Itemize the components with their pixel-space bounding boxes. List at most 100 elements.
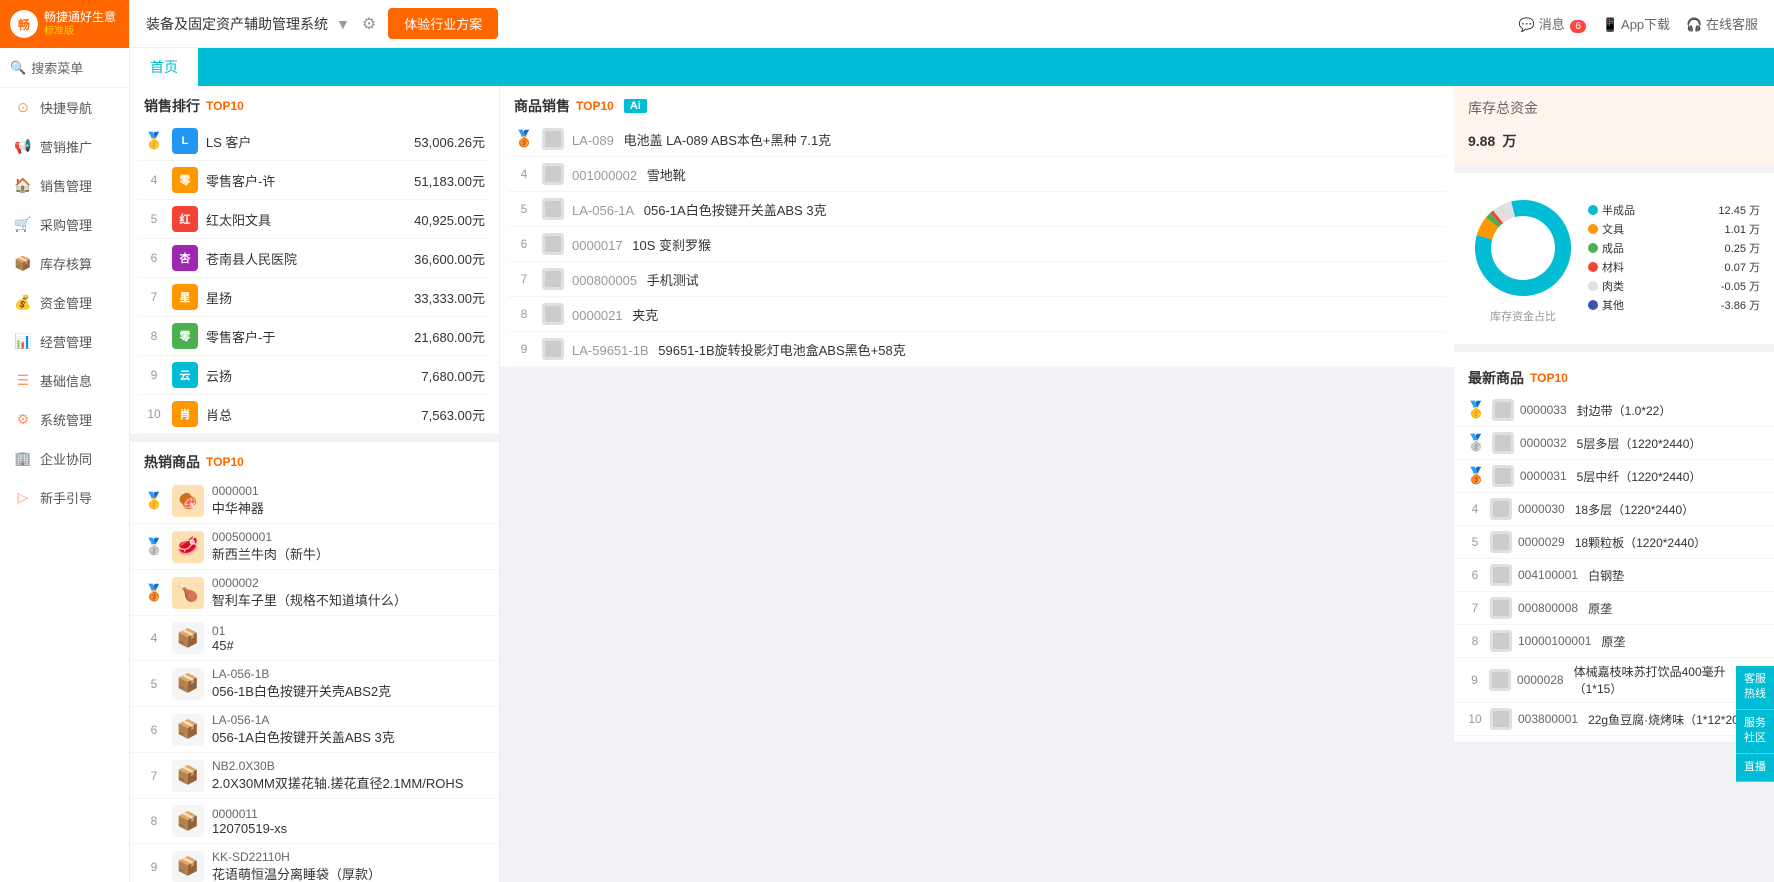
product-item: 9 📦 KK-SD22110H 花语萌恒温分离睡袋（厚款） [130, 844, 499, 882]
new-products-section: 最新商品 TOP10 🥇 0000033 封边带（1.0*22） 🥈 [1454, 352, 1774, 742]
product-avatar [1490, 564, 1512, 586]
sales-icon: 🏠 [14, 177, 32, 195]
medal-gold-icon: 🥇 [144, 131, 164, 151]
rank-item: 10 肖 肖总 7,563.00元 [138, 395, 491, 434]
trial-button[interactable]: 体验行业方案 [388, 8, 498, 39]
quick-nav-icon: ⊙ [14, 99, 32, 117]
product-avatar [1492, 465, 1514, 487]
sidebar-item-inventory[interactable]: 📦 库存核算 [0, 244, 129, 283]
middle-panel: 商品销售 TOP10 Ai 🥉 LA-089 电池盖 LA-089 ABS本色+… [500, 86, 1454, 882]
medal-silver-icon: 🥈 [1466, 433, 1486, 453]
sidebar-item-enterprise[interactable]: 🏢 企业协同 [0, 439, 129, 478]
sidebar-item-basic-info[interactable]: ☰ 基础信息 [0, 361, 129, 400]
product-avatar [1492, 399, 1514, 421]
sidebar-item-operations[interactable]: 📊 经营管理 [0, 322, 129, 361]
product-thumbnail: 📦 [172, 714, 204, 746]
legend-item: 半成品 12.45 万 [1588, 202, 1760, 218]
content-area: 销售排行 TOP10 🥇 L LS 客户 53,006.26元 4 零 [130, 86, 1774, 882]
legend-item: 肉类 -0.05 万 [1588, 278, 1760, 294]
new-product-item: 7 000800008 原垄 [1454, 592, 1774, 625]
customer-avatar: 红 [172, 206, 198, 232]
operations-icon: 📊 [14, 333, 32, 351]
search-menu-button[interactable]: 🔍 搜索菜单 [10, 56, 119, 79]
product-thumbnail: 📦 [172, 851, 204, 882]
product-avatar [542, 198, 564, 220]
app-download-area[interactable]: 📱 App下载 [1602, 14, 1670, 33]
product-avatar [542, 303, 564, 325]
hot-products-section: 热销商品 TOP10 🥇 🍖 0000001 中华神器 🥈 🥩 [130, 442, 499, 882]
rank-item: 6 0000017 10S 变刹罗猴 [508, 227, 1446, 262]
system-icon: ⚙ [14, 411, 32, 429]
tab-home[interactable]: 首页 [130, 48, 198, 86]
system-name: 装备及固定资产辅助管理系统 [146, 14, 328, 34]
main-area: 装备及固定资产辅助管理系统 ▼ ⚙ 体验行业方案 💬 消息 6 📱 App下载 … [130, 0, 1774, 882]
customer-service-button[interactable]: 客服热线 [1736, 666, 1774, 710]
message-area[interactable]: 💬 消息 6 [1519, 14, 1586, 33]
service-community-button[interactable]: 服务社区 [1736, 710, 1774, 754]
legend-item: 材料 0.07 万 [1588, 259, 1760, 275]
rank-item: 8 零 零售客户-于 21,680.00元 [138, 317, 491, 356]
sidebar-item-guide[interactable]: ▷ 新手引导 [0, 478, 129, 517]
new-product-item: 4 0000030 18多层（1220*2440） [1454, 493, 1774, 526]
nav-tabs: 首页 [130, 48, 1774, 86]
product-item: 6 📦 LA-056-1A 056-1A白色按键开关盖ABS 3克 [130, 707, 499, 753]
product-thumbnail: 🥩 [172, 531, 204, 563]
product-item: 8 📦 0000011 12070519-xs [130, 799, 499, 844]
customer-avatar: 云 [172, 362, 198, 388]
sales-ranking-title: 销售排行 TOP10 [130, 86, 499, 122]
legend-dot-1 [1588, 205, 1598, 215]
sidebar: 畅 畅捷通好生意 标准版 🔍 搜索菜单 ⊙ 快捷导航 📢 营销推广 🏠 销售管理… [0, 0, 130, 882]
product-thumbnail: 🍗 [172, 577, 204, 609]
message-badge: 6 [1570, 20, 1586, 33]
medal-bronze-icon: 🥉 [1466, 466, 1486, 486]
product-avatar [542, 128, 564, 150]
dropdown-icon[interactable]: ▼ [336, 16, 350, 32]
marketing-icon: 📢 [14, 138, 32, 156]
left-panel: 销售排行 TOP10 🥇 L LS 客户 53,006.26元 4 零 [130, 86, 500, 882]
guide-icon: ▷ [14, 489, 32, 507]
sidebar-item-sales[interactable]: 🏠 销售管理 [0, 166, 129, 205]
rank-item: 🥉 LA-089 电池盖 LA-089 ABS本色+黑种 7.1克 [508, 122, 1446, 157]
product-item: 5 📦 LA-056-1B 056-1B白色按键开关壳ABS2克 [130, 661, 499, 707]
rank-item: 🥇 L LS 客户 53,006.26元 [138, 122, 491, 161]
medal-bronze-icon: 🥉 [514, 129, 534, 149]
header-title: 装备及固定资产辅助管理系统 ▼ [146, 14, 350, 34]
search-icon: 🔍 [10, 60, 26, 76]
sidebar-logo: 畅 畅捷通好生意 标准版 [0, 0, 129, 48]
product-avatar [542, 233, 564, 255]
headset-icon: 🎧 [1686, 17, 1702, 32]
message-icon: 💬 [1519, 17, 1535, 32]
customer-avatar: 零 [172, 167, 198, 193]
chart-legend: 半成品 12.45 万 文具 1.01 万 成品 0.25 万 [1588, 202, 1760, 316]
customer-avatar: L [172, 128, 198, 154]
finance-icon: 💰 [14, 294, 32, 312]
nav-list: ⊙ 快捷导航 📢 营销推广 🏠 销售管理 🛒 采购管理 📦 库存核算 💰 资金管… [0, 88, 129, 517]
medal-silver-icon: 🥈 [144, 537, 164, 557]
sales-ranking-list: 🥇 L LS 客户 53,006.26元 4 零 零售客户-许 51,183.0… [130, 122, 499, 434]
legend-dot-5 [1588, 281, 1598, 291]
product-avatar [542, 338, 564, 360]
product-sales-title: 商品销售 TOP10 Ai [500, 86, 1454, 122]
logo-icon: 畅 [10, 10, 38, 38]
product-thumbnail: 📦 [172, 622, 204, 654]
sales-ranking-section: 销售排行 TOP10 🥇 L LS 客户 53,006.26元 4 零 [130, 86, 499, 434]
product-avatar [1489, 669, 1511, 691]
legend-dot-4 [1588, 262, 1598, 272]
sidebar-item-purchase[interactable]: 🛒 采购管理 [0, 205, 129, 244]
float-service: 客服热线 服务社区 直播 [1736, 666, 1774, 782]
header: 装备及固定资产辅助管理系统 ▼ ⚙ 体验行业方案 💬 消息 6 📱 App下载 … [130, 0, 1774, 48]
settings-icon[interactable]: ⚙ [362, 14, 376, 34]
live-button[interactable]: 直播 [1736, 754, 1774, 782]
sidebar-search-area[interactable]: 🔍 搜索菜单 [0, 48, 129, 88]
phone-icon: 📱 [1602, 17, 1618, 32]
customer-avatar: 杏 [172, 245, 198, 271]
product-thumbnail: 🍖 [172, 485, 204, 517]
sidebar-item-quick-nav[interactable]: ⊙ 快捷导航 [0, 88, 129, 127]
sidebar-item-finance[interactable]: 💰 资金管理 [0, 283, 129, 322]
medal-gold-icon: 🥇 [144, 491, 164, 511]
product-avatar [1490, 498, 1512, 520]
new-product-item: 6 004100001 白钢垫 [1454, 559, 1774, 592]
online-service-area[interactable]: 🎧 在线客服 [1686, 14, 1758, 33]
sidebar-item-system[interactable]: ⚙ 系统管理 [0, 400, 129, 439]
sidebar-item-marketing[interactable]: 📢 营销推广 [0, 127, 129, 166]
